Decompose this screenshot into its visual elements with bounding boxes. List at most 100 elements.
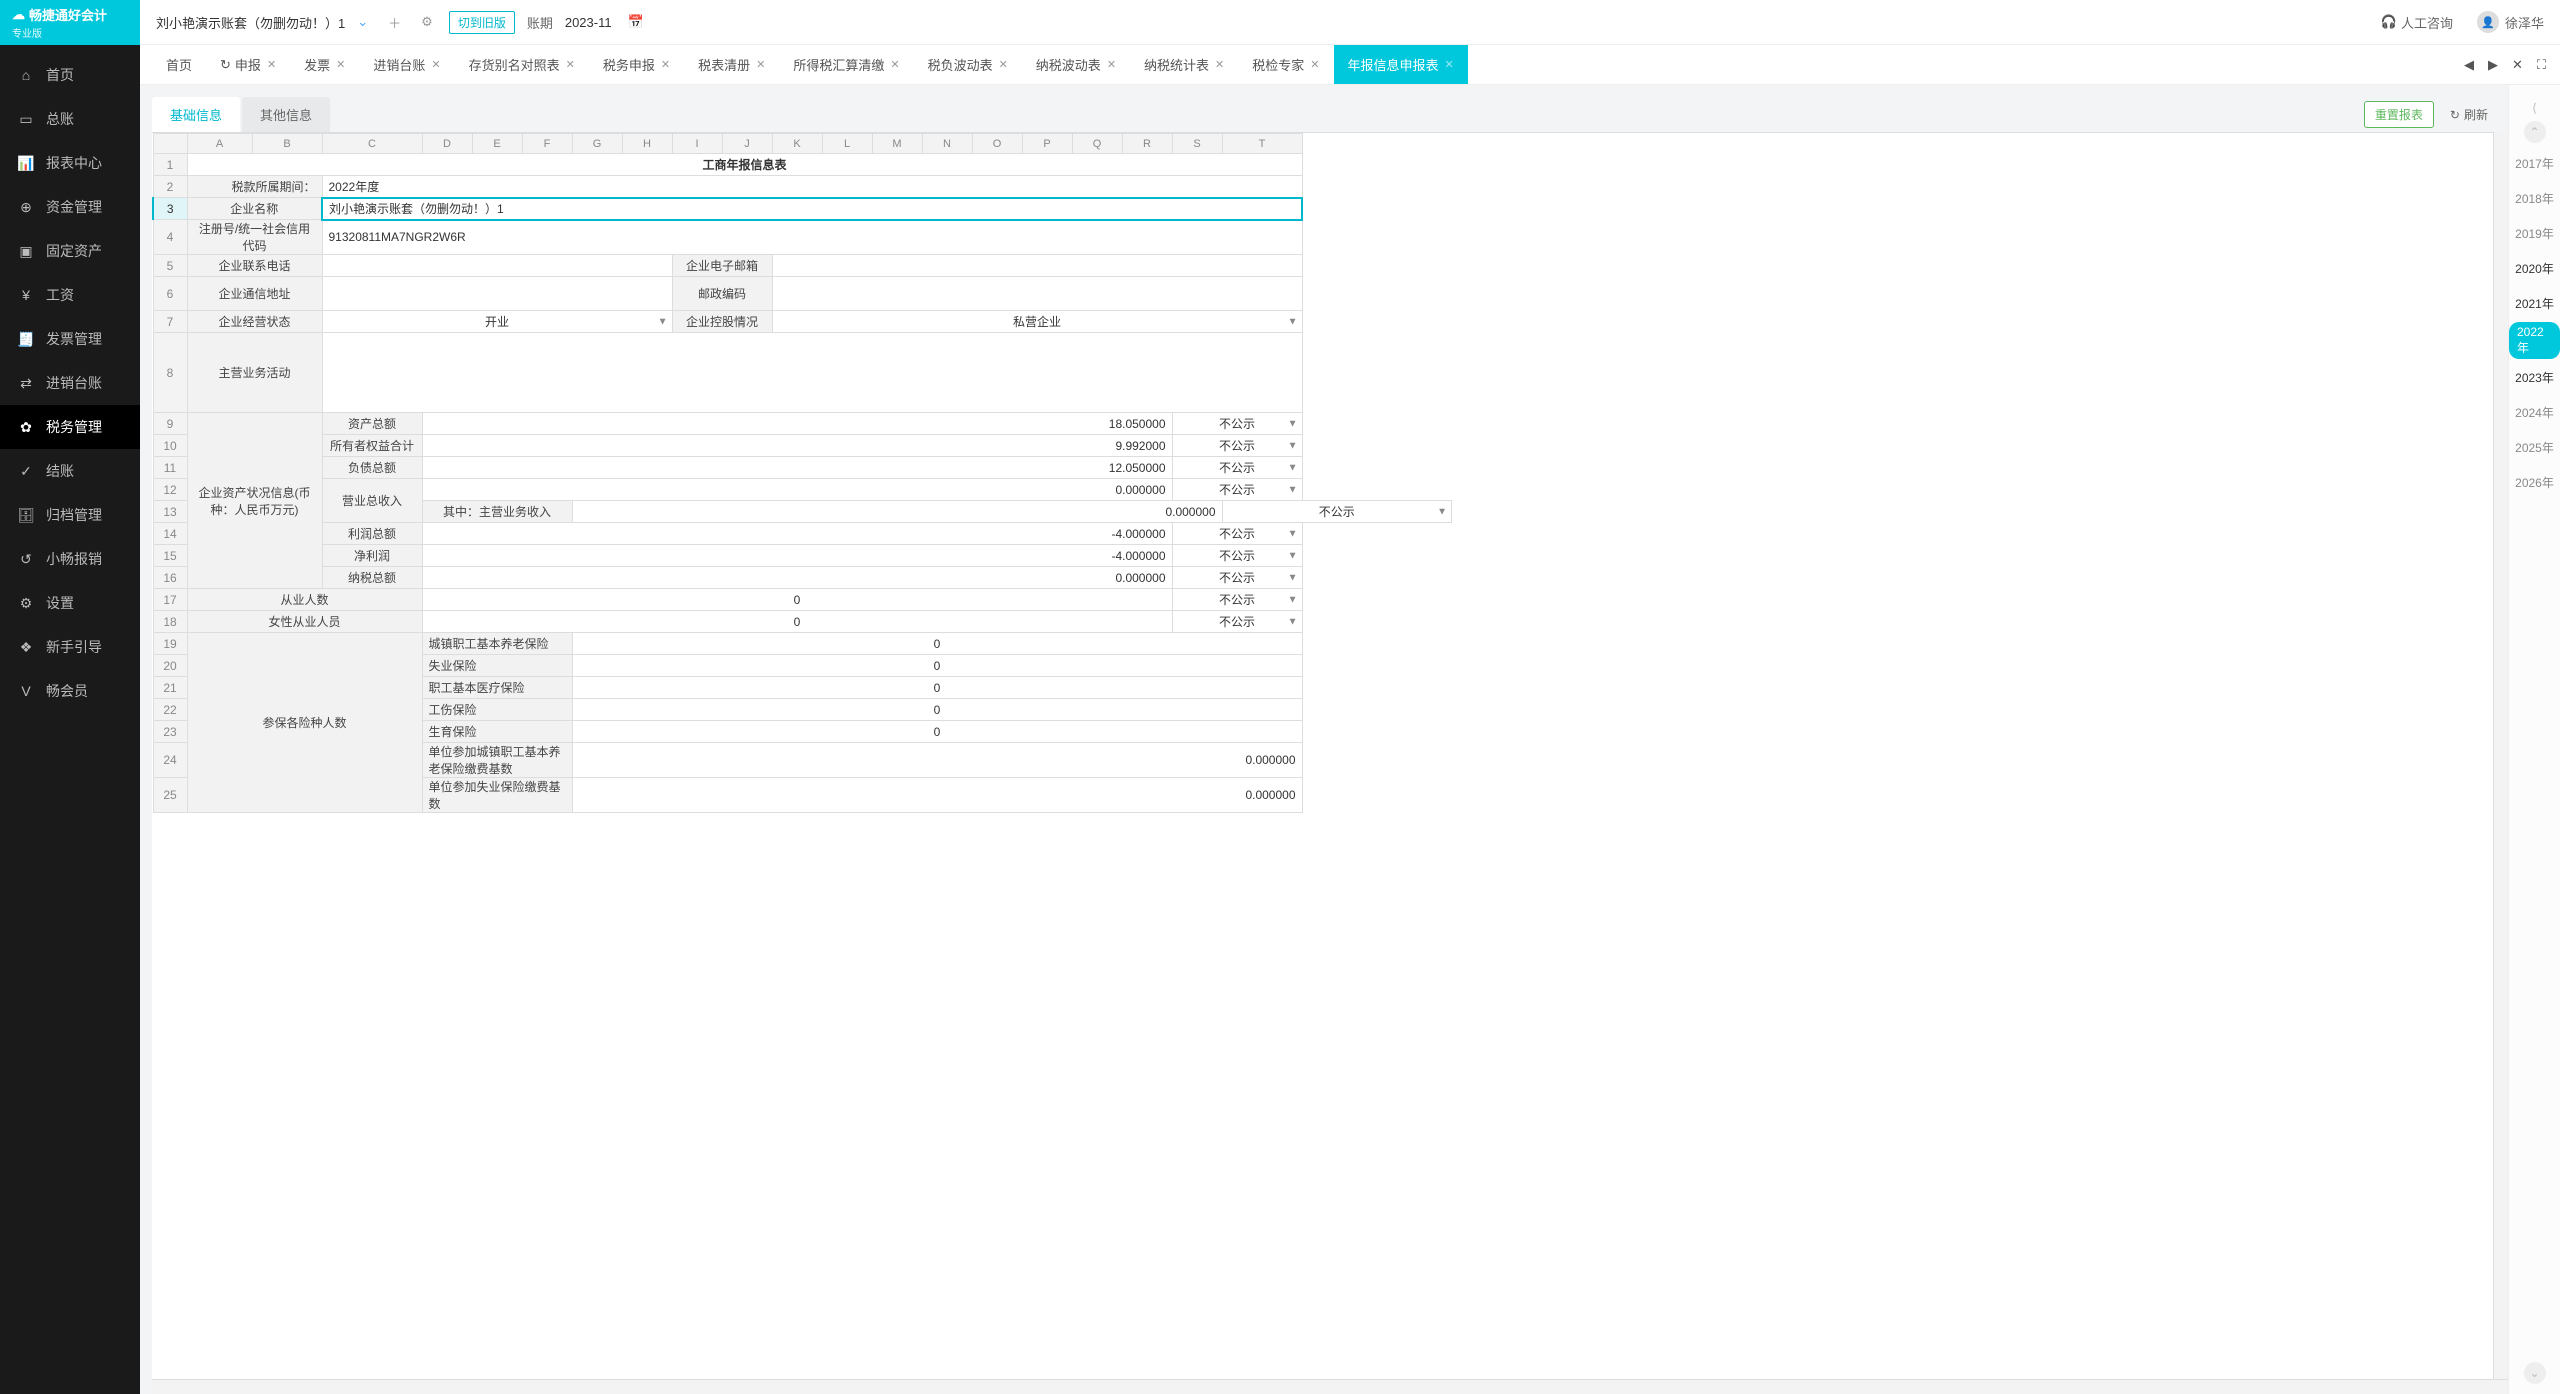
rail-collapse-icon[interactable]: ⟨ <box>2526 95 2543 121</box>
col-header[interactable]: L <box>822 134 872 154</box>
nav-item-close[interactable]: ✓结账 <box>0 449 140 493</box>
value-cell[interactable]: 0.000000 <box>572 501 1222 523</box>
value-cell[interactable]: 0.000000 <box>572 778 1302 813</box>
year-item[interactable]: 2018年 <box>2511 182 2558 215</box>
email-cell[interactable] <box>772 255 1302 277</box>
col-header[interactable]: N <box>922 134 972 154</box>
row-header[interactable]: 22 <box>153 699 187 721</box>
col-header[interactable]: D <box>422 134 472 154</box>
year-item[interactable]: 2021年 <box>2511 287 2558 320</box>
row-header[interactable]: 17 <box>153 589 187 611</box>
status-dropdown[interactable]: 开业▼ <box>322 311 672 333</box>
row-header[interactable]: 7 <box>153 311 187 333</box>
switch-old-button[interactable]: 切到旧版 <box>449 11 515 34</box>
year-item[interactable]: 2022年 <box>2509 322 2560 359</box>
col-header[interactable]: Q <box>1072 134 1122 154</box>
value-cell[interactable]: 12.050000 <box>422 457 1172 479</box>
publicity-dropdown[interactable]: 不公示▼ <box>1172 589 1302 611</box>
nav-item-guide[interactable]: ❖新手引导 <box>0 625 140 669</box>
vertical-scrollbar[interactable] <box>2493 132 2508 1379</box>
page-tab[interactable]: 所得税汇算清缴✕ <box>779 45 913 84</box>
row-header[interactable]: 3 <box>153 198 187 220</box>
page-tab[interactable]: 税表清册✕ <box>684 45 779 84</box>
row-header[interactable]: 15 <box>153 545 187 567</box>
page-tab[interactable]: 纳税统计表✕ <box>1130 45 1238 84</box>
row-header[interactable]: 9 <box>153 413 187 435</box>
publicity-dropdown[interactable]: 不公示▼ <box>1172 523 1302 545</box>
tabs-prev-button[interactable]: ◀ <box>2458 53 2480 77</box>
horizontal-scrollbar[interactable] <box>152 1379 2508 1394</box>
value-cell[interactable]: -4.000000 <box>422 545 1172 567</box>
value-cell[interactable]: 0 <box>572 677 1302 699</box>
row-header[interactable]: 12 <box>153 479 187 501</box>
plus-icon[interactable]: ＋ <box>384 9 405 36</box>
tab-close-icon[interactable]: ✕ <box>890 58 899 71</box>
row-header[interactable]: 1 <box>153 154 187 176</box>
col-header[interactable]: K <box>772 134 822 154</box>
tab-close-icon[interactable]: ✕ <box>431 58 440 71</box>
nav-item-reimb[interactable]: ↺小畅报销 <box>0 537 140 581</box>
page-tab[interactable]: 存货别名对照表✕ <box>455 45 589 84</box>
nav-item-salary[interactable]: ¥工资 <box>0 273 140 317</box>
tab-close-icon[interactable]: ✕ <box>999 58 1008 71</box>
year-item[interactable]: 2025年 <box>2511 431 2558 464</box>
value-cell[interactable]: -4.000000 <box>422 523 1172 545</box>
col-header[interactable]: E <box>472 134 522 154</box>
tab-close-icon[interactable]: ✕ <box>336 58 345 71</box>
col-header[interactable]: P <box>1022 134 1072 154</box>
tabs-fullscreen-button[interactable]: ⛶ <box>2531 53 2552 77</box>
col-header[interactable]: I <box>672 134 722 154</box>
col-header[interactable]: O <box>972 134 1022 154</box>
gear-icon[interactable]: ⚙ <box>417 10 437 34</box>
nav-item-invoice[interactable]: 🧾发票管理 <box>0 317 140 361</box>
holding-dropdown[interactable]: 私营企业▼ <box>772 311 1302 333</box>
value-cell[interactable]: 0.000000 <box>422 479 1172 501</box>
page-tab[interactable]: ↻申报✕ <box>206 45 290 84</box>
value-cell[interactable]: 18.050000 <box>422 413 1172 435</box>
year-item[interactable]: 2017年 <box>2511 147 2558 180</box>
row-header[interactable]: 18 <box>153 611 187 633</box>
value-cell[interactable]: 0.000000 <box>422 567 1172 589</box>
tabs-close-button[interactable]: ✕ <box>2506 53 2529 77</box>
period-value[interactable]: 2023-11 <box>565 15 612 30</box>
page-tab[interactable]: 税务申报✕ <box>589 45 684 84</box>
tabs-next-button[interactable]: ▶ <box>2482 53 2504 77</box>
tab-close-icon[interactable]: ✕ <box>1215 58 1224 71</box>
publicity-dropdown[interactable]: 不公示▼ <box>1222 501 1452 523</box>
publicity-dropdown[interactable]: 不公示▼ <box>1172 611 1302 633</box>
zip-cell[interactable] <box>772 277 1302 311</box>
col-header[interactable]: A <box>187 134 252 154</box>
year-item[interactable]: 2026年 <box>2511 466 2558 499</box>
publicity-dropdown[interactable]: 不公示▼ <box>1172 567 1302 589</box>
user-menu[interactable]: 👤 徐泽华 <box>2477 11 2544 33</box>
row-header[interactable]: 14 <box>153 523 187 545</box>
row-header[interactable]: 5 <box>153 255 187 277</box>
nav-item-archive[interactable]: 🗄归档管理 <box>0 493 140 537</box>
value-cell[interactable]: 0 <box>572 699 1302 721</box>
row-header[interactable]: 24 <box>153 743 187 778</box>
publicity-dropdown[interactable]: 不公示▼ <box>1172 457 1302 479</box>
row-header[interactable]: 4 <box>153 220 187 255</box>
year-item[interactable]: 2024年 <box>2511 396 2558 429</box>
value-cell[interactable]: 0 <box>422 589 1172 611</box>
nav-item-fund[interactable]: ⊕资金管理 <box>0 185 140 229</box>
tab-close-icon[interactable]: ✕ <box>566 58 575 71</box>
col-header[interactable]: F <box>522 134 572 154</box>
tab-close-icon[interactable]: ✕ <box>1445 58 1454 71</box>
phone-cell[interactable] <box>322 255 672 277</box>
value-cell[interactable]: 0 <box>572 655 1302 677</box>
nav-item-setting[interactable]: ⚙设置 <box>0 581 140 625</box>
row-header[interactable]: 16 <box>153 567 187 589</box>
row-header[interactable]: 13 <box>153 501 187 523</box>
page-tab[interactable]: 税负波动表✕ <box>914 45 1022 84</box>
page-tab[interactable]: 纳税波动表✕ <box>1022 45 1130 84</box>
value-cell[interactable]: 0 <box>572 633 1302 655</box>
row-header[interactable]: 8 <box>153 333 187 413</box>
col-header[interactable]: S <box>1172 134 1222 154</box>
sheet-tab[interactable]: 基础信息 <box>152 97 240 132</box>
publicity-dropdown[interactable]: 不公示▼ <box>1172 435 1302 457</box>
calendar-icon[interactable]: 📅 <box>624 10 648 34</box>
nav-item-tax[interactable]: ✿税务管理 <box>0 405 140 449</box>
page-tab[interactable]: 年报信息申报表✕ <box>1334 45 1468 84</box>
tab-close-icon[interactable]: ✕ <box>661 58 670 71</box>
